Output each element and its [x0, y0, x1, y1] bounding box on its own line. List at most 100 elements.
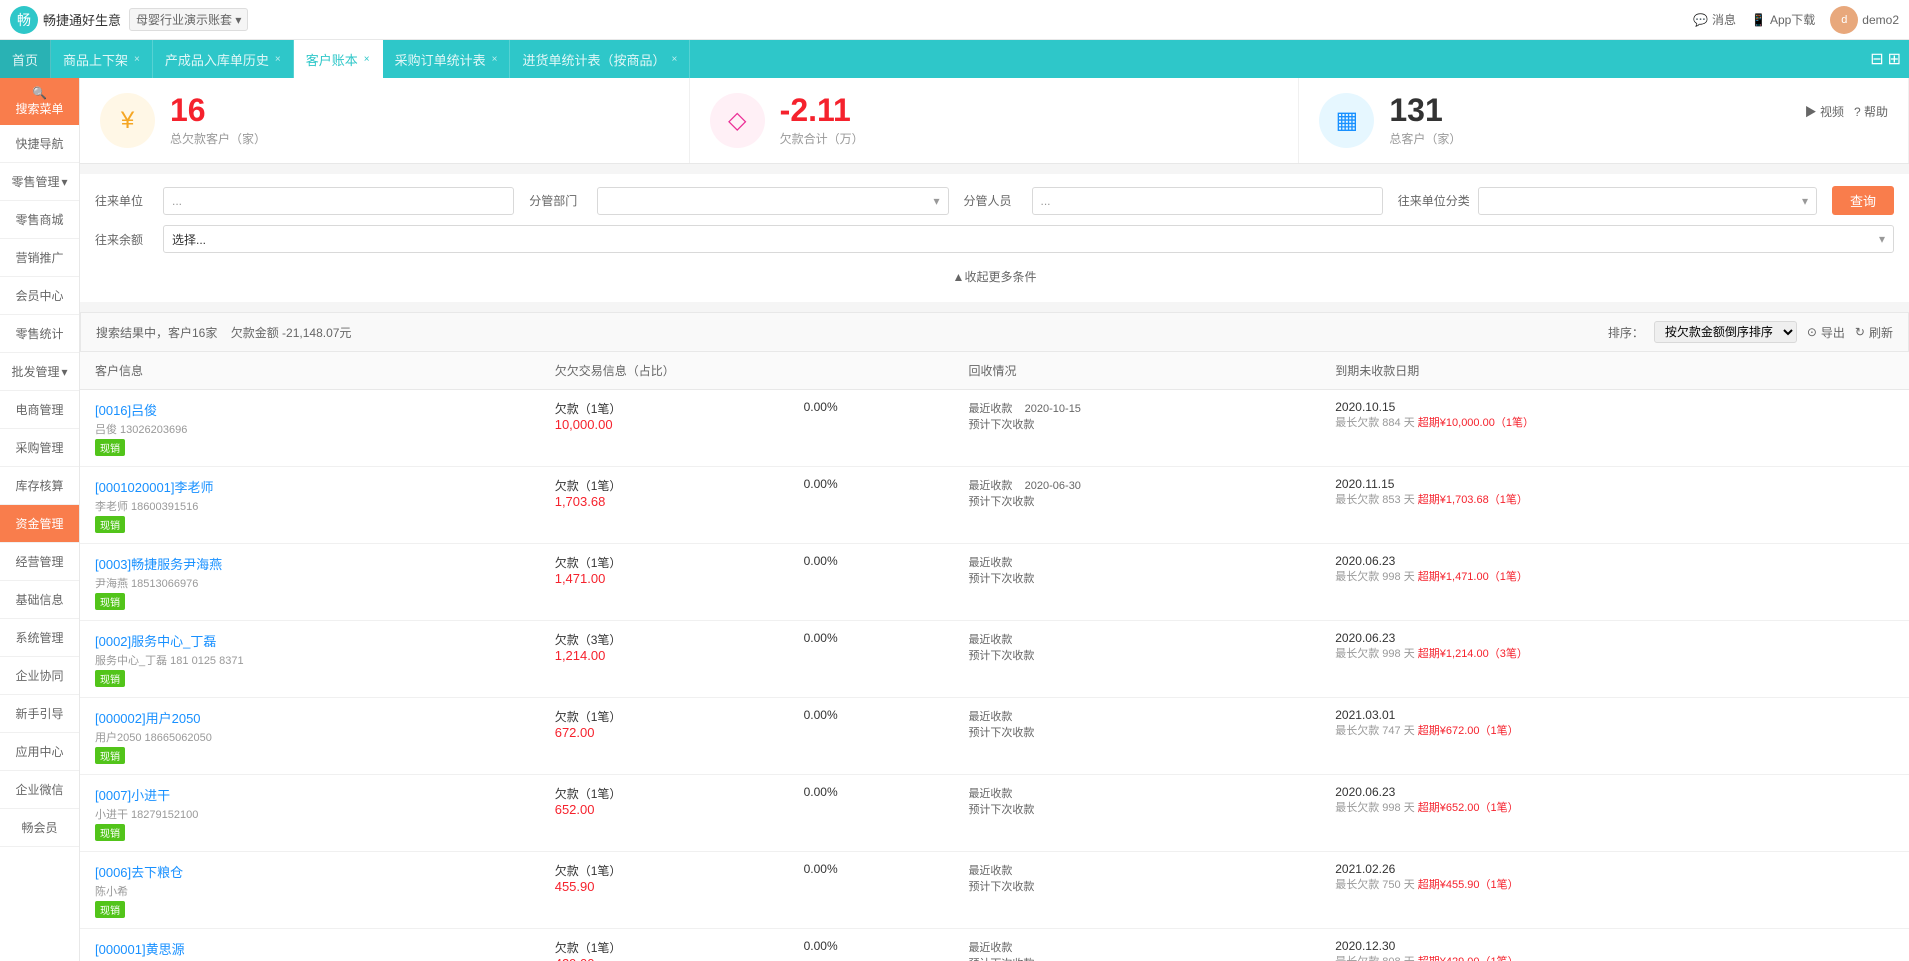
customer-name[interactable]: [0006]去下粮仓	[95, 862, 525, 881]
customer-phone: 服务中心_丁磊 181 0125 8371	[95, 652, 525, 668]
status-badge: 现销	[95, 516, 125, 533]
overdue-date-cell: 2020.10.15 最长欠款 884 天 超期¥10,000.00（1笔）	[1320, 390, 1909, 467]
tab-production-history[interactable]: 产成品入库单历史 ×	[153, 40, 294, 78]
due-date: 2020.10.15	[1335, 400, 1894, 414]
industry-selector[interactable]: 母婴行业演示账套 ▾	[129, 8, 248, 31]
video-btn[interactable]: ▶ 视频	[1805, 103, 1844, 120]
minimize-icon[interactable]: ⊟	[1870, 49, 1883, 69]
overdue-date-cell: 2020.06.23 最长欠款 998 天 超期¥1,471.00（1笔）	[1320, 544, 1909, 621]
customer-name[interactable]: [0003]畅捷服务尹海燕	[95, 554, 525, 573]
dept-select[interactable]: ▾	[597, 187, 948, 215]
customer-name[interactable]: [0007]小进干	[95, 785, 525, 804]
due-date: 2020.06.23	[1335, 785, 1894, 799]
results-amount: 欠款金额 -21,148.07元	[231, 326, 352, 340]
due-date: 2020.06.23	[1335, 554, 1894, 568]
customer-name[interactable]: [0001020001]李老师	[95, 477, 525, 496]
sidebar-item-quick-nav[interactable]: 快捷导航	[0, 125, 79, 163]
debt-pct-cell: 0.00%	[789, 698, 954, 775]
overdue-amount[interactable]: 超期¥429.00（1笔）	[1418, 956, 1519, 961]
customer-phone: 吕俊 13026203696	[95, 421, 525, 437]
overdue-amount[interactable]: 超期¥455.90（1笔）	[1418, 879, 1519, 891]
export-icon: ⊙	[1807, 325, 1817, 339]
debt-total-icon: ◇	[710, 93, 765, 148]
sidebar-item-marketing[interactable]: 营销推广	[0, 239, 79, 277]
sidebar-item-wholesale-management[interactable]: 批发管理 ▾	[0, 353, 79, 391]
filter-area: 往来单位 ... 分管部门 ▾ 分管人员 ...	[80, 174, 1909, 302]
debt-count-cell: 欠款（1笔） 652.00	[540, 775, 789, 852]
refresh-btn[interactable]: ↻ 刷新	[1855, 324, 1893, 341]
debt-count-cell: 欠款（1笔） 455.90	[540, 852, 789, 929]
sidebar-item-member-center[interactable]: 会员中心	[0, 277, 79, 315]
help-btn[interactable]: ? 帮助	[1854, 103, 1888, 120]
tab-purchase-order[interactable]: 采购订单统计表 ×	[383, 40, 511, 78]
sidebar-item-ecommerce[interactable]: 电商管理	[0, 391, 79, 429]
sidebar-item-app-center[interactable]: 应用中心	[0, 733, 79, 771]
tab-production-history-close[interactable]: ×	[275, 54, 281, 65]
sidebar-item-operations[interactable]: 经营管理	[0, 543, 79, 581]
tab-home[interactable]: 首页	[0, 40, 51, 78]
overdue-amount[interactable]: 超期¥652.00（1笔）	[1418, 802, 1519, 814]
tab-purchase-stats[interactable]: 进货单统计表（按商品） ×	[510, 40, 690, 78]
export-btn[interactable]: ⊙ 导出	[1807, 324, 1845, 341]
category-select[interactable]: ▾	[1478, 187, 1817, 215]
balance-label: 往来余额	[95, 231, 155, 248]
tab-purchase-stats-close[interactable]: ×	[671, 54, 677, 65]
collapse-filters-btn[interactable]: ▲ 收起更多条件	[95, 263, 1894, 290]
sidebar-item-enterprise[interactable]: 企业协同	[0, 657, 79, 695]
overdue-date-cell: 2020.06.23 最长欠款 998 天 超期¥652.00（1笔）	[1320, 775, 1909, 852]
debt-pct: 0.00%	[804, 477, 838, 491]
search-button[interactable]: 查询	[1832, 186, 1894, 215]
sidebar-item-retail-management[interactable]: 零售管理 ▾	[0, 163, 79, 201]
customer-name[interactable]: [000002]用户2050	[95, 708, 525, 727]
tab-customer-account[interactable]: 客户账本 ×	[294, 40, 383, 78]
customer-name[interactable]: [0002]服务中心_丁磊	[95, 631, 525, 650]
sidebar-item-guide[interactable]: 新手引导	[0, 695, 79, 733]
customer-name[interactable]: [000001]黄思源	[95, 939, 525, 958]
chevron-down-icon: ▾	[1879, 232, 1885, 246]
due-date: 2020.06.23	[1335, 631, 1894, 645]
tab-product-listing-label: 商品上下架	[63, 50, 128, 69]
user-avatar[interactable]: d demo2	[1830, 6, 1899, 34]
tab-purchase-order-close[interactable]: ×	[492, 54, 498, 65]
overdue-amount[interactable]: 超期¥1,214.00（3笔）	[1418, 648, 1528, 660]
overdue-amount[interactable]: 超期¥1,471.00（1笔）	[1418, 571, 1528, 583]
sidebar-search[interactable]: 🔍 搜索菜单	[0, 78, 79, 125]
recent-collection: 最近收款	[968, 708, 1305, 724]
filter-source-unit: 往来单位 ...	[95, 187, 514, 215]
source-unit-input[interactable]: ...	[163, 187, 514, 215]
sidebar-item-wechat[interactable]: 企业微信	[0, 771, 79, 809]
sidebar-item-system[interactable]: 系统管理	[0, 619, 79, 657]
app-logo: 畅	[10, 6, 38, 34]
overdue-amount[interactable]: 超期¥672.00（1笔）	[1418, 725, 1519, 737]
chevron-down-icon: ▾	[1802, 194, 1808, 208]
sidebar-item-retail-mall[interactable]: 零售商城	[0, 201, 79, 239]
overdue-amount[interactable]: 超期¥10,000.00（1笔）	[1418, 417, 1534, 429]
col-customer-info: 客户信息	[80, 352, 540, 390]
due-date: 2020.12.30	[1335, 939, 1894, 953]
overdue-amount[interactable]: 超期¥1,703.68（1笔）	[1418, 494, 1528, 506]
tab-product-listing-close[interactable]: ×	[134, 54, 140, 65]
chevron-up-icon: ▲	[953, 270, 965, 284]
customer-name[interactable]: [0016]吕俊	[95, 400, 525, 419]
tab-customer-account-close[interactable]: ×	[364, 54, 370, 65]
customer-info-cell: [0006]去下粮仓 陈小希 现销	[80, 852, 540, 929]
sidebar-item-purchase[interactable]: 采购管理	[0, 429, 79, 467]
sidebar-item-retail-stats[interactable]: 零售统计	[0, 315, 79, 353]
sidebar-item-member[interactable]: 畅会员	[0, 809, 79, 847]
message-btn[interactable]: 💬 消息	[1693, 11, 1736, 28]
sidebar-item-basic-info[interactable]: 基础信息	[0, 581, 79, 619]
maximize-icon[interactable]: ⊞	[1888, 49, 1901, 69]
tab-purchase-order-label: 采购订单统计表	[395, 50, 486, 69]
person-select[interactable]: ...	[1032, 187, 1383, 215]
tab-product-listing[interactable]: 商品上下架 ×	[51, 40, 153, 78]
sort-select[interactable]: 按欠款金额倒序排序	[1654, 321, 1797, 343]
sidebar-item-inventory[interactable]: 库存核算	[0, 467, 79, 505]
app-download-btn[interactable]: 📱 App下载	[1751, 11, 1815, 28]
debt-count: 欠款（1笔）	[555, 477, 774, 494]
balance-select[interactable]: 选择... ▾	[163, 225, 1894, 253]
collection-cell: 最近收款 预计下次收款	[953, 852, 1320, 929]
next-collection: 预计下次收款	[968, 493, 1305, 509]
table-row: [0001020001]李老师 李老师 18600391516 现销 欠款（1笔…	[80, 467, 1909, 544]
col-debt-info: 欠欠交易信息（占比）	[540, 352, 954, 390]
sidebar-item-finance[interactable]: 资金管理	[0, 505, 79, 543]
